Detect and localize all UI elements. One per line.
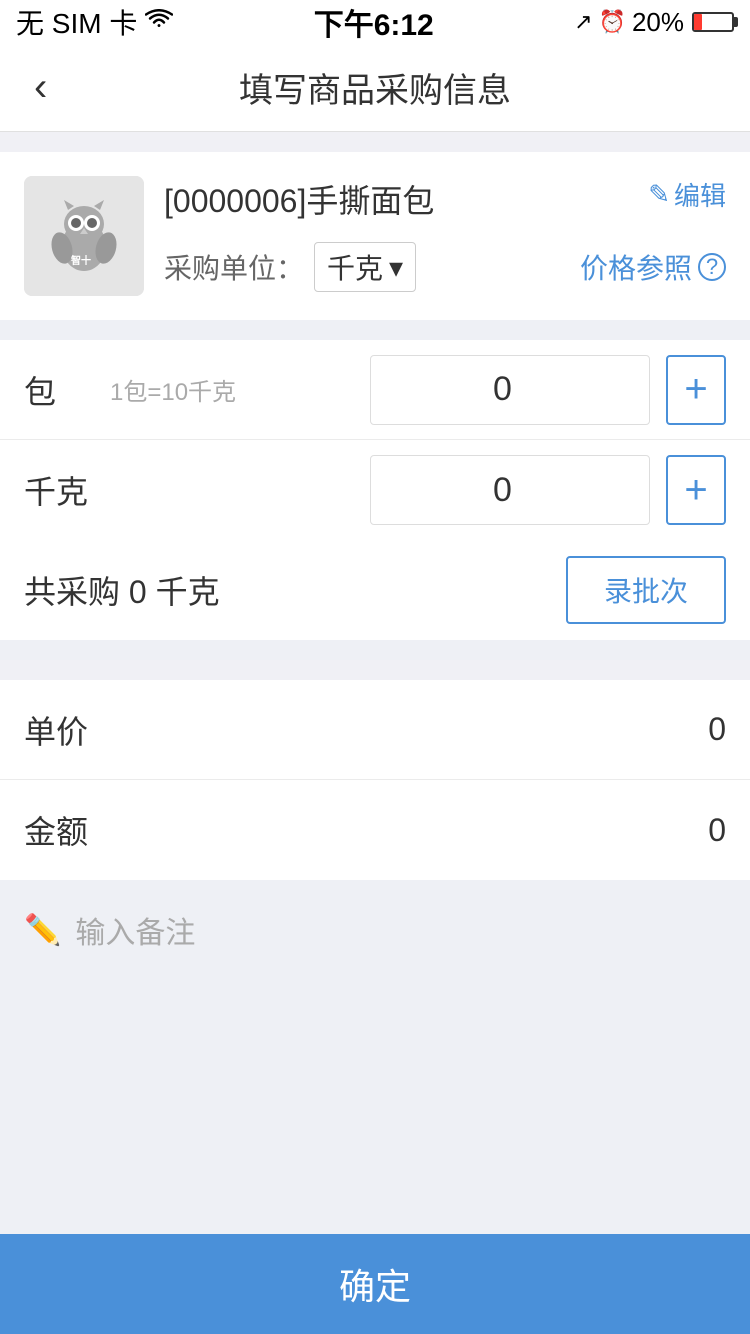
kg-input[interactable]: [370, 455, 650, 525]
kg-label: 千克: [24, 467, 104, 513]
kg-input-row: 千克 +: [0, 440, 750, 540]
confirm-button-label: 确定: [339, 1258, 411, 1310]
product-info: [0000006]手撕面包 ✎ 编辑 采购单位： 千克 ▾ 价格参照 ?: [164, 176, 726, 292]
kg-plus-button[interactable]: +: [666, 455, 726, 525]
remark-section[interactable]: ✏️ 输入备注: [0, 880, 750, 980]
package-plus-button[interactable]: +: [666, 355, 726, 425]
divider-2: [0, 640, 750, 660]
amount-row: 金额 0: [0, 780, 750, 880]
product-logo: 智十: [24, 176, 144, 296]
edit-icon: ✎: [648, 179, 670, 210]
divider-1: [0, 320, 750, 340]
status-time: 下午6:12: [314, 0, 434, 44]
unit-label: 采购单位：: [164, 247, 304, 287]
status-left: 无 SIM 卡: [16, 2, 173, 42]
help-icon: ?: [698, 253, 726, 281]
package-label: 包: [24, 367, 104, 413]
package-input-row: 包 1包=10千克 +: [0, 340, 750, 440]
product-name: [0000006]手撕面包: [164, 176, 434, 222]
summary-text: 共采购 0 千克: [24, 567, 220, 613]
status-bar: 无 SIM 卡 下午6:12 ↗ ⏰ 20%: [0, 0, 750, 44]
battery-icon: [692, 12, 734, 32]
price-info-section: 单价 0 金额 0: [0, 680, 750, 880]
alarm-icon: ⏰: [599, 9, 626, 35]
remark-placeholder: 输入备注: [75, 908, 195, 952]
battery-percent: 20%: [632, 7, 684, 38]
price-ref-button[interactable]: 价格参照 ?: [580, 247, 726, 287]
edit-button[interactable]: ✎ 编辑: [648, 176, 726, 213]
chevron-down-icon: ▾: [389, 251, 403, 284]
location-icon: ↗: [574, 9, 592, 35]
back-button[interactable]: ‹: [24, 55, 57, 120]
unit-price-label: 单价: [24, 707, 88, 753]
amount-value: 0: [708, 812, 726, 849]
wifi-icon: [145, 6, 173, 38]
unit-price-row: 单价 0: [0, 680, 750, 780]
unit-price-value: 0: [708, 711, 726, 748]
svg-text:智十: 智十: [71, 254, 91, 267]
page-title: 填写商品采购信息: [239, 63, 511, 112]
package-input[interactable]: [370, 355, 650, 425]
nav-bar: ‹ 填写商品采购信息: [0, 44, 750, 132]
carrier-text: 无 SIM 卡: [16, 2, 137, 42]
status-right: ↗ ⏰ 20%: [574, 7, 734, 38]
record-batch-button[interactable]: 录批次: [566, 556, 726, 624]
amount-label: 金额: [24, 807, 88, 853]
product-card: 智十 [0000006]手撕面包 ✎ 编辑 采购单位： 千克 ▾ 价格参照: [0, 152, 750, 320]
summary-section: 共采购 0 千克 录批次: [0, 540, 750, 640]
unit-select[interactable]: 千克 ▾: [314, 242, 416, 292]
confirm-button[interactable]: 确定: [0, 1234, 750, 1334]
product-image: 智十: [24, 176, 144, 296]
input-section: 包 1包=10千克 + 千克 +: [0, 340, 750, 540]
package-sub-label: 1包=10千克: [110, 372, 236, 407]
pencil-icon: ✏️: [24, 913, 61, 948]
